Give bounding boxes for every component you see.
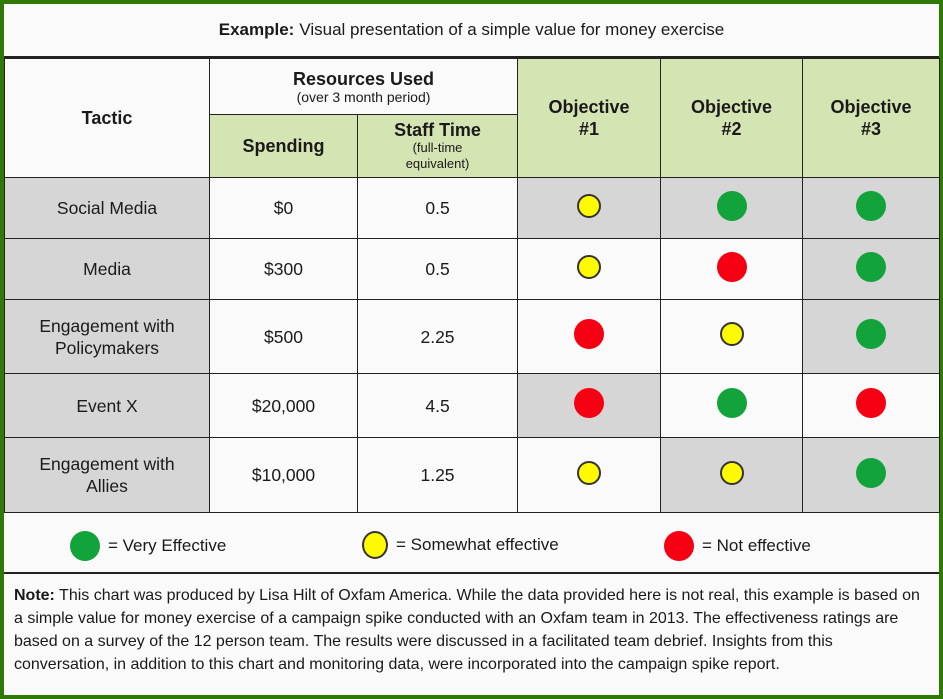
objective-3-rating-cell: [802, 373, 941, 438]
legend-label: = Very Effective: [108, 536, 227, 555]
objective-1-rating-cell: [517, 373, 662, 438]
staff-time-cell: 4.5: [356, 373, 519, 438]
legend-item-somewhat-effective: = Somewhat effective: [362, 531, 559, 559]
green-circle-icon: [856, 457, 887, 488]
table-row: Social Media $0 0.5: [4, 177, 941, 239]
legend-label: = Not effective: [702, 536, 811, 555]
tactic-cell: Media: [4, 238, 210, 300]
yellow-circle-icon: [577, 460, 602, 485]
green-circle-icon: [856, 251, 887, 282]
objective-1-rating-cell: [517, 177, 662, 239]
table-row: Engagement with Policymakers $500 2.25: [4, 299, 941, 374]
legend-item-not-effective: = Not effective: [664, 531, 811, 561]
objective-2-rating-cell: [660, 177, 804, 239]
objective-1-rating-cell: [517, 238, 662, 300]
objective-3-rating-cell: [802, 299, 941, 374]
note-text: This chart was produced by Lisa Hilt of …: [14, 587, 920, 673]
tactic-cell: Event X: [4, 373, 210, 438]
red-circle-icon: [856, 388, 887, 418]
tactic-cell: Engagement with Allies: [4, 437, 210, 513]
green-circle-icon: [716, 190, 747, 221]
header-objective-1: Objective #1: [517, 58, 662, 178]
yellow-circle-icon: [362, 531, 388, 559]
staff-time-cell: 0.5: [356, 238, 519, 300]
note-prefix: Note:: [14, 587, 55, 604]
value-for-money-table: Tactic Resources Used (over 3 month peri…: [4, 58, 941, 513]
title-prefix: Example:: [218, 20, 295, 39]
header-resources-used: Resources Used (over 3 month period): [208, 58, 519, 115]
staff-time-cell: 0.5: [356, 177, 519, 239]
spending-cell: $500: [209, 299, 358, 374]
header-objective-3: Objective #3: [802, 58, 941, 178]
objective-3-rating-cell: [802, 238, 941, 300]
tactic-cell: Social Media: [4, 177, 210, 239]
header-staff-time: Staff Time (full-time equivalent): [356, 114, 519, 178]
header-spending: Spending: [209, 114, 358, 178]
objective-2-rating-cell: [660, 238, 804, 300]
objective-3-rating-cell: [802, 437, 941, 513]
legend-label: = Somewhat effective: [396, 535, 559, 554]
legend-item-very-effective: = Very Effective: [70, 531, 226, 561]
spending-cell: $10,000: [209, 437, 358, 513]
green-circle-icon: [716, 388, 747, 418]
note: Note: This chart was produced by Lisa Hi…: [4, 576, 939, 695]
green-circle-icon: [856, 319, 887, 349]
green-circle-icon: [856, 190, 887, 221]
staff-time-cell: 2.25: [356, 299, 519, 374]
spending-cell: $300: [209, 238, 358, 300]
spending-cell: $20,000: [209, 373, 358, 438]
green-circle-icon: [70, 531, 100, 561]
document-title: Example: Visual presentation of a simple…: [4, 4, 939, 58]
objective-2-rating-cell: [660, 373, 804, 438]
header-tactic: Tactic: [4, 58, 210, 178]
table-row: Engagement with Allies $10,000 1.25: [4, 437, 941, 513]
legend: = Very Effective = Somewhat effective = …: [4, 516, 939, 574]
table-row: Media $300 0.5: [4, 238, 941, 300]
yellow-circle-icon: [719, 460, 744, 485]
title-text: Visual presentation of a simple value fo…: [299, 20, 725, 39]
red-circle-icon: [664, 531, 694, 561]
yellow-circle-icon: [577, 254, 602, 279]
header-objective-2: Objective #2: [660, 58, 804, 178]
red-circle-icon: [716, 251, 747, 282]
spending-cell: $0: [209, 177, 358, 239]
tactic-cell: Engagement with Policymakers: [4, 299, 210, 374]
objective-2-rating-cell: [660, 437, 804, 513]
objective-1-rating-cell: [517, 437, 662, 513]
table-body: Social Media $0 0.5 Media $300 0.5 Engagement …: [4, 177, 941, 513]
yellow-circle-icon: [577, 193, 602, 218]
red-circle-icon: [574, 388, 605, 418]
objective-2-rating-cell: [660, 299, 804, 374]
table-row: Event X $20,000 4.5: [4, 373, 941, 438]
red-circle-icon: [574, 319, 605, 349]
yellow-circle-icon: [719, 322, 744, 346]
objective-1-rating-cell: [517, 299, 662, 374]
objective-3-rating-cell: [802, 177, 941, 239]
staff-time-cell: 1.25: [356, 437, 519, 513]
document-frame: Example: Visual presentation of a simple…: [4, 4, 941, 695]
